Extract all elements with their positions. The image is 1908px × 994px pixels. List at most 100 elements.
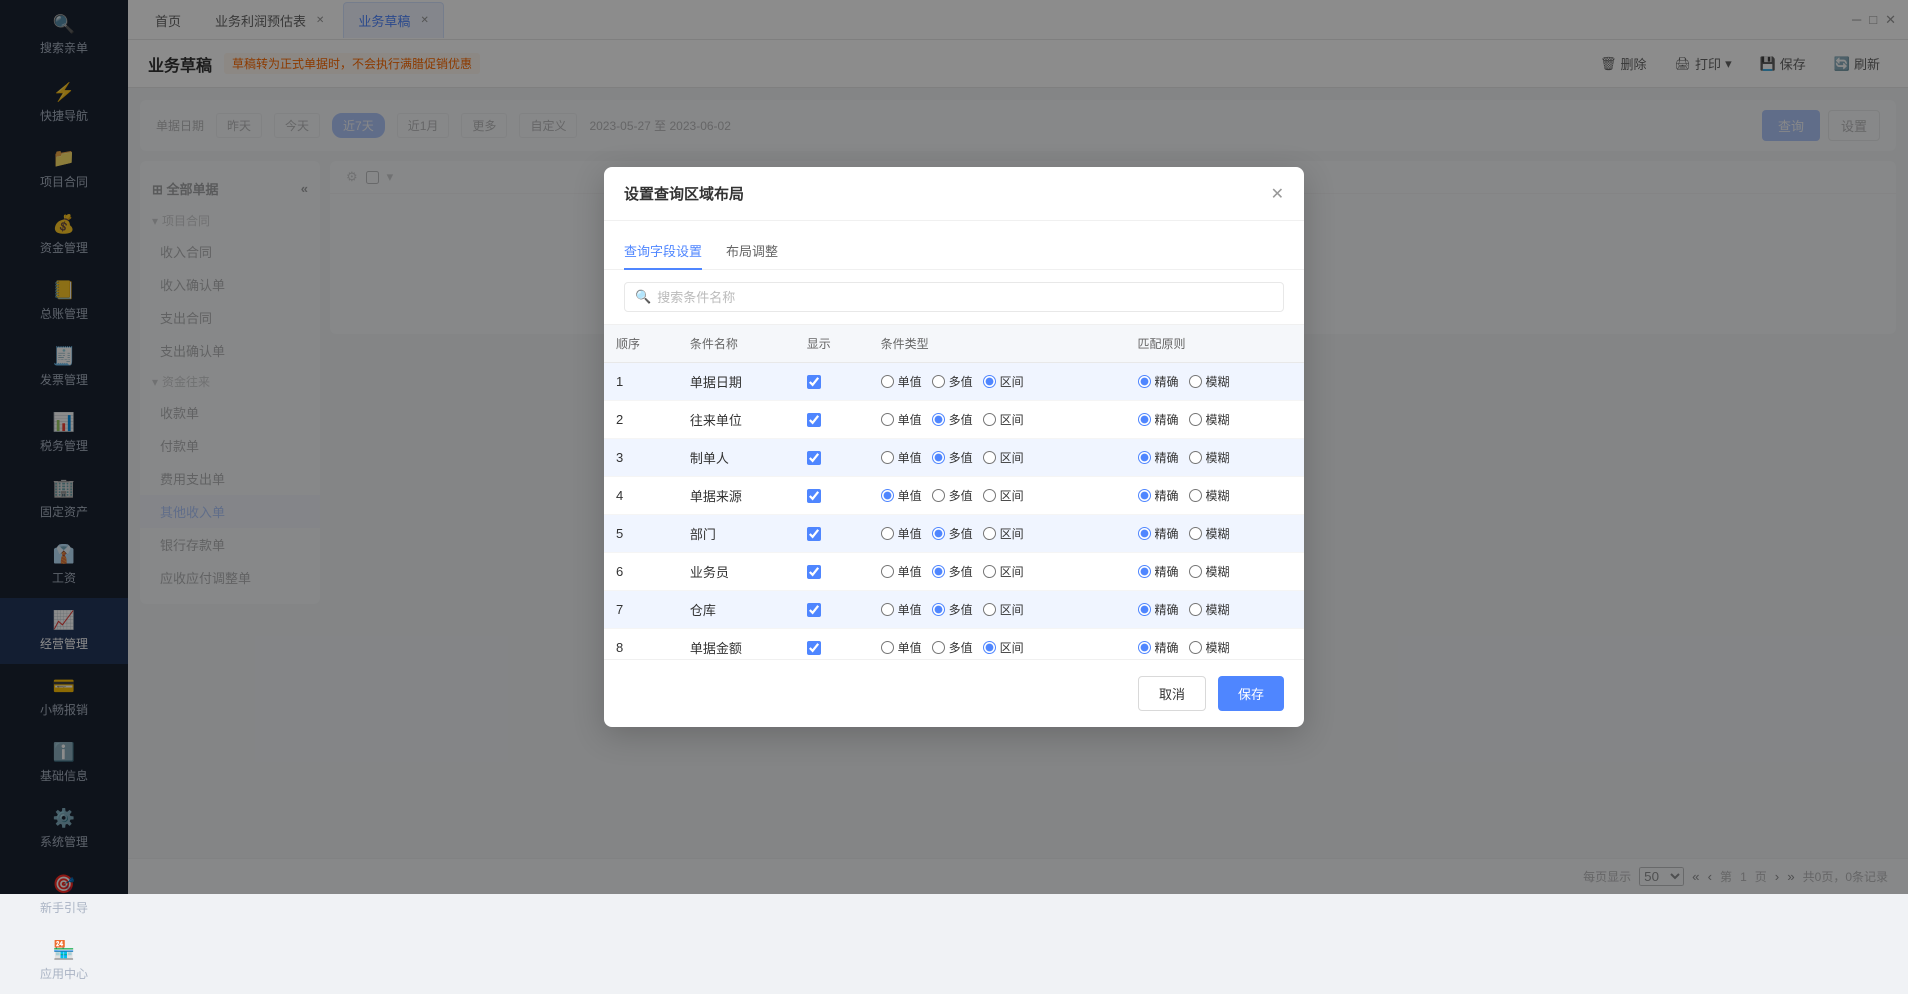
modal-save-button[interactable]: 保存 (1218, 676, 1284, 711)
radio-multi[interactable]: 多值 (932, 525, 973, 542)
radio-match-exact-input[interactable] (1138, 565, 1151, 578)
cell-condition-name: 仓库 (678, 591, 795, 629)
display-checkbox[interactable] (807, 413, 821, 427)
radio-multi-input[interactable] (932, 375, 945, 388)
radio-multi[interactable]: 多值 (932, 563, 973, 580)
radio-match-exact[interactable]: 精确 (1138, 411, 1179, 428)
radio-range-input[interactable] (983, 641, 996, 654)
radio-range-input[interactable] (983, 527, 996, 540)
radio-multi[interactable]: 多值 (932, 449, 973, 466)
radio-match-exact[interactable]: 精确 (1138, 373, 1179, 390)
radio-single-input[interactable] (881, 527, 894, 540)
radio-multi[interactable]: 多值 (932, 487, 973, 504)
radio-range[interactable]: 区间 (983, 525, 1024, 542)
radio-match-exact[interactable]: 精确 (1138, 639, 1179, 656)
radio-range[interactable]: 区间 (983, 639, 1024, 656)
radio-match-exact-input[interactable] (1138, 451, 1151, 464)
radio-single[interactable]: 单值 (881, 373, 922, 390)
display-checkbox[interactable] (807, 451, 821, 465)
radio-match-exact-input[interactable] (1138, 641, 1151, 654)
radio-multi[interactable]: 多值 (932, 639, 973, 656)
display-checkbox[interactable] (807, 565, 821, 579)
radio-multi-input[interactable] (932, 641, 945, 654)
radio-match-fuzzy[interactable]: 模糊 (1189, 449, 1230, 466)
radio-single[interactable]: 单值 (881, 525, 922, 542)
radio-match-fuzzy[interactable]: 模糊 (1189, 487, 1230, 504)
radio-multi-input[interactable] (932, 565, 945, 578)
radio-single[interactable]: 单值 (881, 639, 922, 656)
radio-match-fuzzy[interactable]: 模糊 (1189, 601, 1230, 618)
radio-match-fuzzy[interactable]: 模糊 (1189, 411, 1230, 428)
radio-range-input[interactable] (983, 375, 996, 388)
radio-single-input[interactable] (881, 603, 894, 616)
display-checkbox[interactable] (807, 489, 821, 503)
radio-multi[interactable]: 多值 (932, 373, 973, 390)
radio-single-input[interactable] (881, 641, 894, 654)
radio-range-input[interactable] (983, 413, 996, 426)
radio-match-fuzzy-input[interactable] (1189, 375, 1202, 388)
modal-search-area: 🔍 (604, 270, 1304, 325)
display-checkbox[interactable] (807, 527, 821, 541)
radio-range-input[interactable] (983, 489, 996, 502)
radio-match-exact[interactable]: 精确 (1138, 601, 1179, 618)
cell-match: 精确模糊 (1126, 363, 1304, 401)
radio-match-exact[interactable]: 精确 (1138, 487, 1179, 504)
radio-match-fuzzy-input[interactable] (1189, 565, 1202, 578)
modal-close-button[interactable]: ✕ (1271, 184, 1284, 204)
condition-search-input[interactable] (657, 290, 1273, 305)
radio-match-exact-input[interactable] (1138, 527, 1151, 540)
radio-match-fuzzy[interactable]: 模糊 (1189, 373, 1230, 390)
radio-single-input[interactable] (881, 413, 894, 426)
radio-match-fuzzy-input[interactable] (1189, 603, 1202, 616)
radio-range[interactable]: 区间 (983, 563, 1024, 580)
radio-match-fuzzy-input[interactable] (1189, 413, 1202, 426)
sidebar-item-apps[interactable]: 🏪 应用中心 (0, 928, 128, 994)
radio-match-exact-input[interactable] (1138, 489, 1151, 502)
radio-range-input[interactable] (983, 451, 996, 464)
radio-range[interactable]: 区间 (983, 601, 1024, 618)
display-checkbox[interactable] (807, 641, 821, 655)
radio-match-exact-input[interactable] (1138, 603, 1151, 616)
radio-single[interactable]: 单值 (881, 601, 922, 618)
radio-range[interactable]: 区间 (983, 411, 1024, 428)
table-row: 2往来单位单值多值区间精确模糊 (604, 401, 1304, 439)
radio-multi[interactable]: 多值 (932, 601, 973, 618)
radio-match-fuzzy-input[interactable] (1189, 527, 1202, 540)
radio-match-exact[interactable]: 精确 (1138, 563, 1179, 580)
radio-single[interactable]: 单值 (881, 411, 922, 428)
radio-single-input[interactable] (881, 451, 894, 464)
radio-multi-input[interactable] (932, 413, 945, 426)
radio-multi-input[interactable] (932, 451, 945, 464)
cancel-button[interactable]: 取消 (1138, 676, 1206, 711)
radio-range[interactable]: 区间 (983, 449, 1024, 466)
radio-match-exact-input[interactable] (1138, 413, 1151, 426)
radio-multi-input[interactable] (932, 603, 945, 616)
radio-match-fuzzy[interactable]: 模糊 (1189, 525, 1230, 542)
tab-layout-adjust[interactable]: 布局调整 (726, 233, 778, 270)
radio-single[interactable]: 单值 (881, 449, 922, 466)
radio-multi[interactable]: 多值 (932, 411, 973, 428)
radio-single-input[interactable] (881, 375, 894, 388)
radio-match-fuzzy[interactable]: 模糊 (1189, 639, 1230, 656)
display-checkbox[interactable] (807, 375, 821, 389)
radio-match-exact[interactable]: 精确 (1138, 449, 1179, 466)
radio-single[interactable]: 单值 (881, 563, 922, 580)
radio-multi-input[interactable] (932, 489, 945, 502)
radio-match-exact-input[interactable] (1138, 375, 1151, 388)
radio-range-input[interactable] (983, 565, 996, 578)
radio-match-fuzzy-input[interactable] (1189, 489, 1202, 502)
radio-single-input[interactable] (881, 489, 894, 502)
display-checkbox[interactable] (807, 603, 821, 617)
radio-single[interactable]: 单值 (881, 487, 922, 504)
radio-range[interactable]: 区间 (983, 487, 1024, 504)
radio-single-input[interactable] (881, 565, 894, 578)
modal-search-input-wrapper[interactable]: 🔍 (624, 282, 1284, 312)
radio-match-fuzzy-input[interactable] (1189, 451, 1202, 464)
radio-multi-input[interactable] (932, 527, 945, 540)
radio-match-fuzzy[interactable]: 模糊 (1189, 563, 1230, 580)
radio-range-input[interactable] (983, 603, 996, 616)
tab-field-settings[interactable]: 查询字段设置 (624, 233, 702, 270)
radio-match-fuzzy-input[interactable] (1189, 641, 1202, 654)
radio-range[interactable]: 区间 (983, 373, 1024, 390)
radio-match-exact[interactable]: 精确 (1138, 525, 1179, 542)
